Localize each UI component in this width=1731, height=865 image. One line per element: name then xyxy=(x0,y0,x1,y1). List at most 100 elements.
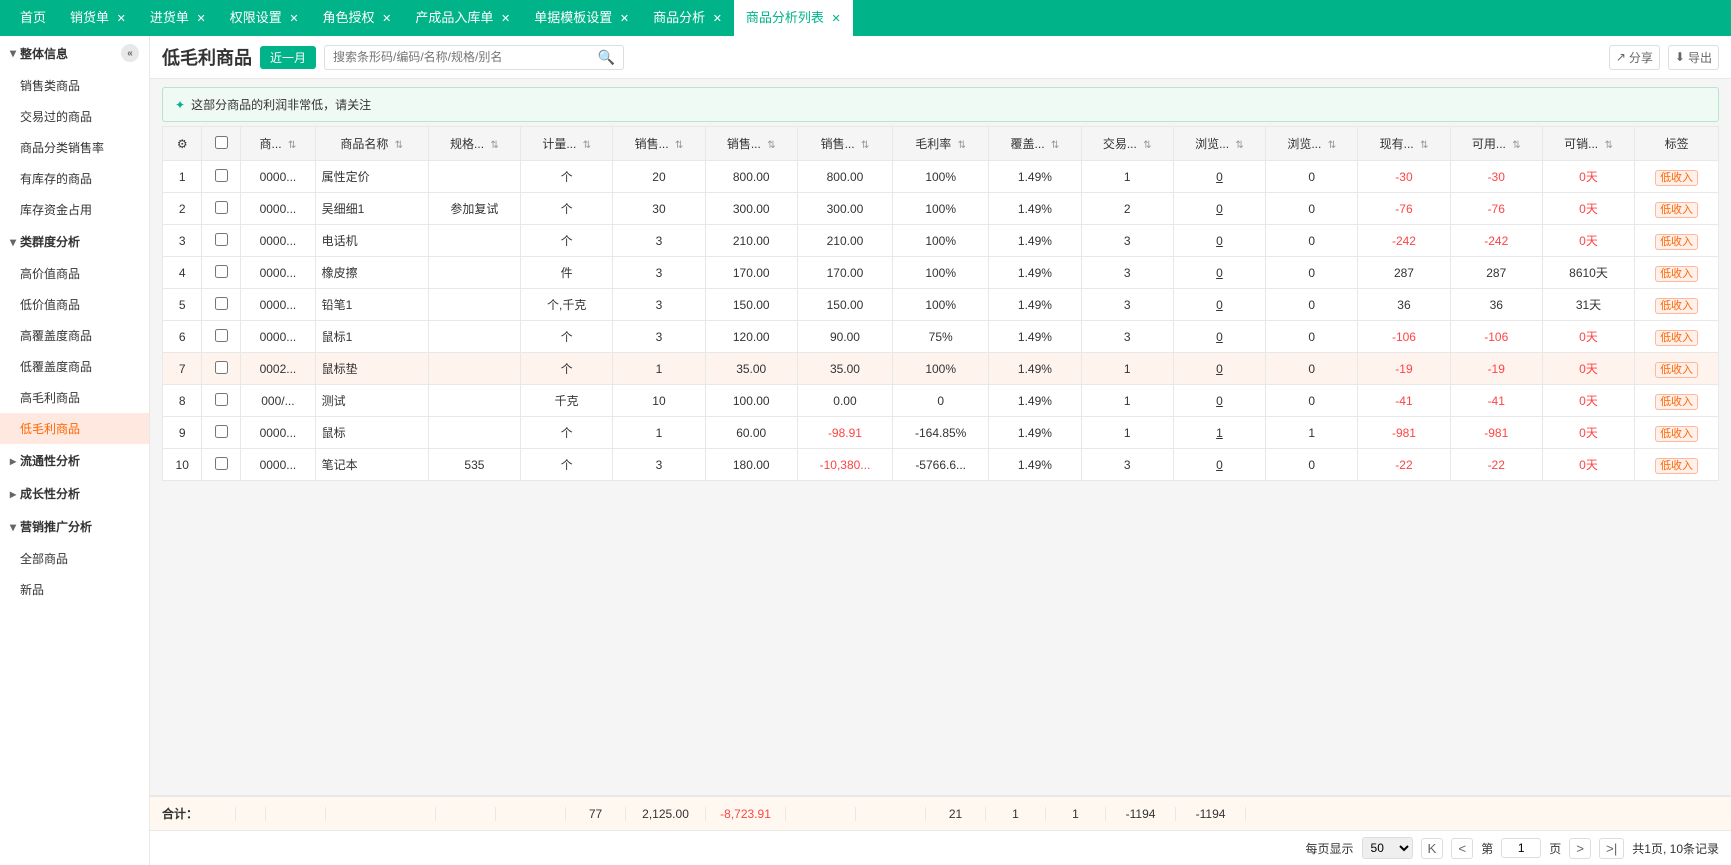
nav-permissions[interactable]: 权限设置 ✕ xyxy=(218,0,311,36)
row-select-checkbox[interactable] xyxy=(215,265,228,278)
col-browse2[interactable]: 浏览... ⇅ xyxy=(1266,127,1358,161)
sidebar-item-in-stock[interactable]: 有库存的商品 xyxy=(0,163,149,194)
row-select-checkbox[interactable] xyxy=(215,201,228,214)
col-unit[interactable]: 计量... ⇅ xyxy=(521,127,613,161)
export-button[interactable]: ⬇ 导出 xyxy=(1668,45,1719,70)
col-gross-margin[interactable]: 毛利率 ⇅ xyxy=(893,127,989,161)
close-products-in-icon[interactable]: ✕ xyxy=(501,13,510,25)
sidebar-item-high-value[interactable]: 高价值商品 xyxy=(0,258,149,289)
row-browse1[interactable]: 0 xyxy=(1173,321,1265,353)
sidebar-item-high-coverage[interactable]: 高覆盖度商品 xyxy=(0,320,149,351)
row-browse1[interactable]: 0 xyxy=(1173,353,1265,385)
sidebar-item-low-coverage[interactable]: 低覆盖度商品 xyxy=(0,351,149,382)
sidebar-item-all-products[interactable]: 全部商品 xyxy=(0,543,149,574)
row-browse1[interactable]: 0 xyxy=(1173,193,1265,225)
row-select-checkbox[interactable] xyxy=(215,297,228,310)
nav-template[interactable]: 单据模板设置 ✕ xyxy=(522,0,641,36)
col-checkbox[interactable] xyxy=(202,127,241,161)
last-page-button[interactable]: >| xyxy=(1599,838,1624,859)
sidebar-item-category-rate[interactable]: 商品分类销售率 xyxy=(0,132,149,163)
col-available[interactable]: 可用... ⇅ xyxy=(1450,127,1542,161)
sidebar-group-growth[interactable]: ▸ 成长性分析 xyxy=(0,477,149,510)
row-select-checkbox[interactable] xyxy=(215,393,228,406)
row-index: 1 xyxy=(163,161,202,193)
col-settings[interactable]: ⚙ xyxy=(163,127,202,161)
nav-products-in[interactable]: 产成品入库单 ✕ xyxy=(403,0,522,36)
row-browse1[interactable]: 0 xyxy=(1173,449,1265,481)
col-spec[interactable]: 规格... ⇅ xyxy=(428,127,520,161)
filter-button[interactable]: 近一月 xyxy=(260,46,316,69)
col-browse1[interactable]: 浏览... ⇅ xyxy=(1173,127,1265,161)
close-permissions-icon[interactable]: ✕ xyxy=(289,13,298,25)
sidebar-item-traded-products[interactable]: 交易过的商品 xyxy=(0,101,149,132)
row-select-checkbox[interactable] xyxy=(215,457,228,470)
sidebar-item-low-value[interactable]: 低价值商品 xyxy=(0,289,149,320)
sidebar-group-circulation[interactable]: ▸ 流通性分析 xyxy=(0,444,149,477)
nav-purchase[interactable]: 进货单 ✕ xyxy=(138,0,218,36)
row-checkbox[interactable] xyxy=(202,353,241,385)
nav-sales[interactable]: 销货单 ✕ xyxy=(58,0,138,36)
sidebar-item-sales-products[interactable]: 销售类商品 xyxy=(0,70,149,101)
col-sellable[interactable]: 可销... ⇅ xyxy=(1542,127,1634,161)
col-transaction[interactable]: 交易... ⇅ xyxy=(1081,127,1173,161)
table-container[interactable]: ⚙ 商... ⇅ 商品名称 ⇅ 规格... ⇅ 计量... ⇅ 销售... ⇅ … xyxy=(150,126,1731,795)
row-browse1[interactable]: 1 xyxy=(1173,417,1265,449)
sidebar-item-low-margin[interactable]: 低毛利商品 xyxy=(0,413,149,444)
row-select-checkbox[interactable] xyxy=(215,361,228,374)
sidebar-item-new-products[interactable]: 新品 xyxy=(0,574,149,605)
row-select-checkbox[interactable] xyxy=(215,329,228,342)
share-button[interactable]: ↗ 分享 xyxy=(1609,45,1660,70)
row-browse1[interactable]: 0 xyxy=(1173,257,1265,289)
nav-roles[interactable]: 角色授权 ✕ xyxy=(311,0,404,36)
first-page-button[interactable]: K xyxy=(1421,838,1444,859)
row-checkbox[interactable] xyxy=(202,417,241,449)
row-browse1[interactable]: 0 xyxy=(1173,385,1265,417)
row-checkbox[interactable] xyxy=(202,225,241,257)
per-page-select[interactable]: 50 100 200 xyxy=(1362,837,1413,859)
row-browse2: 0 xyxy=(1266,449,1358,481)
nav-home[interactable]: 首页 xyxy=(8,0,58,36)
row-browse1[interactable]: 0 xyxy=(1173,289,1265,321)
row-checkbox[interactable] xyxy=(202,449,241,481)
sidebar-item-stock-capital[interactable]: 库存资金占用 xyxy=(0,194,149,225)
row-checkbox[interactable] xyxy=(202,385,241,417)
row-checkbox[interactable] xyxy=(202,257,241,289)
row-select-checkbox[interactable] xyxy=(215,169,228,182)
close-analysis-list-icon[interactable]: ✕ xyxy=(832,13,841,25)
table-row: 7 0002... 鼠标垫 个 1 35.00 35.00 100% 1.49%… xyxy=(163,353,1719,385)
sidebar-group-cluster[interactable]: ▾ 类群度分析 xyxy=(0,225,149,258)
close-roles-icon[interactable]: ✕ xyxy=(382,13,391,25)
col-code[interactable]: 商... ⇅ xyxy=(241,127,315,161)
sidebar-collapse-btn[interactable]: « xyxy=(121,44,139,62)
sidebar-group-marketing[interactable]: ▾ 营销推广分析 xyxy=(0,510,149,543)
close-analysis-icon[interactable]: ✕ xyxy=(713,13,722,25)
col-current-stock[interactable]: 现有... ⇅ xyxy=(1358,127,1450,161)
sidebar-group-overall[interactable]: ▾ 整体信息 « xyxy=(0,36,149,70)
row-checkbox[interactable] xyxy=(202,321,241,353)
search-box[interactable]: 🔍 xyxy=(324,45,624,70)
next-page-button[interactable]: > xyxy=(1569,838,1591,859)
col-name[interactable]: 商品名称 ⇅ xyxy=(315,127,428,161)
close-template-icon[interactable]: ✕ xyxy=(620,13,629,25)
close-purchase-icon[interactable]: ✕ xyxy=(196,13,205,25)
row-select-checkbox[interactable] xyxy=(215,425,228,438)
row-checkbox[interactable] xyxy=(202,161,241,193)
row-checkbox[interactable] xyxy=(202,193,241,225)
nav-analysis-list[interactable]: 商品分析列表 ✕ xyxy=(734,0,853,36)
nav-analysis[interactable]: 商品分析 ✕ xyxy=(641,0,734,36)
col-sales-profit[interactable]: 销售... ⇅ xyxy=(797,127,892,161)
collapse-cluster-icon: ▾ xyxy=(10,235,16,249)
row-browse1[interactable]: 0 xyxy=(1173,225,1265,257)
select-all-checkbox[interactable] xyxy=(215,136,228,149)
row-checkbox[interactable] xyxy=(202,289,241,321)
row-browse1[interactable]: 0 xyxy=(1173,161,1265,193)
page-number-input[interactable] xyxy=(1501,838,1541,858)
close-sales-icon[interactable]: ✕ xyxy=(117,13,126,25)
prev-page-button[interactable]: < xyxy=(1451,838,1473,859)
col-coverage[interactable]: 覆盖... ⇅ xyxy=(989,127,1081,161)
sidebar-item-high-margin[interactable]: 高毛利商品 xyxy=(0,382,149,413)
search-input[interactable] xyxy=(333,50,598,64)
col-sales-amount[interactable]: 销售... ⇅ xyxy=(705,127,797,161)
row-select-checkbox[interactable] xyxy=(215,233,228,246)
col-sales-count[interactable]: 销售... ⇅ xyxy=(613,127,705,161)
